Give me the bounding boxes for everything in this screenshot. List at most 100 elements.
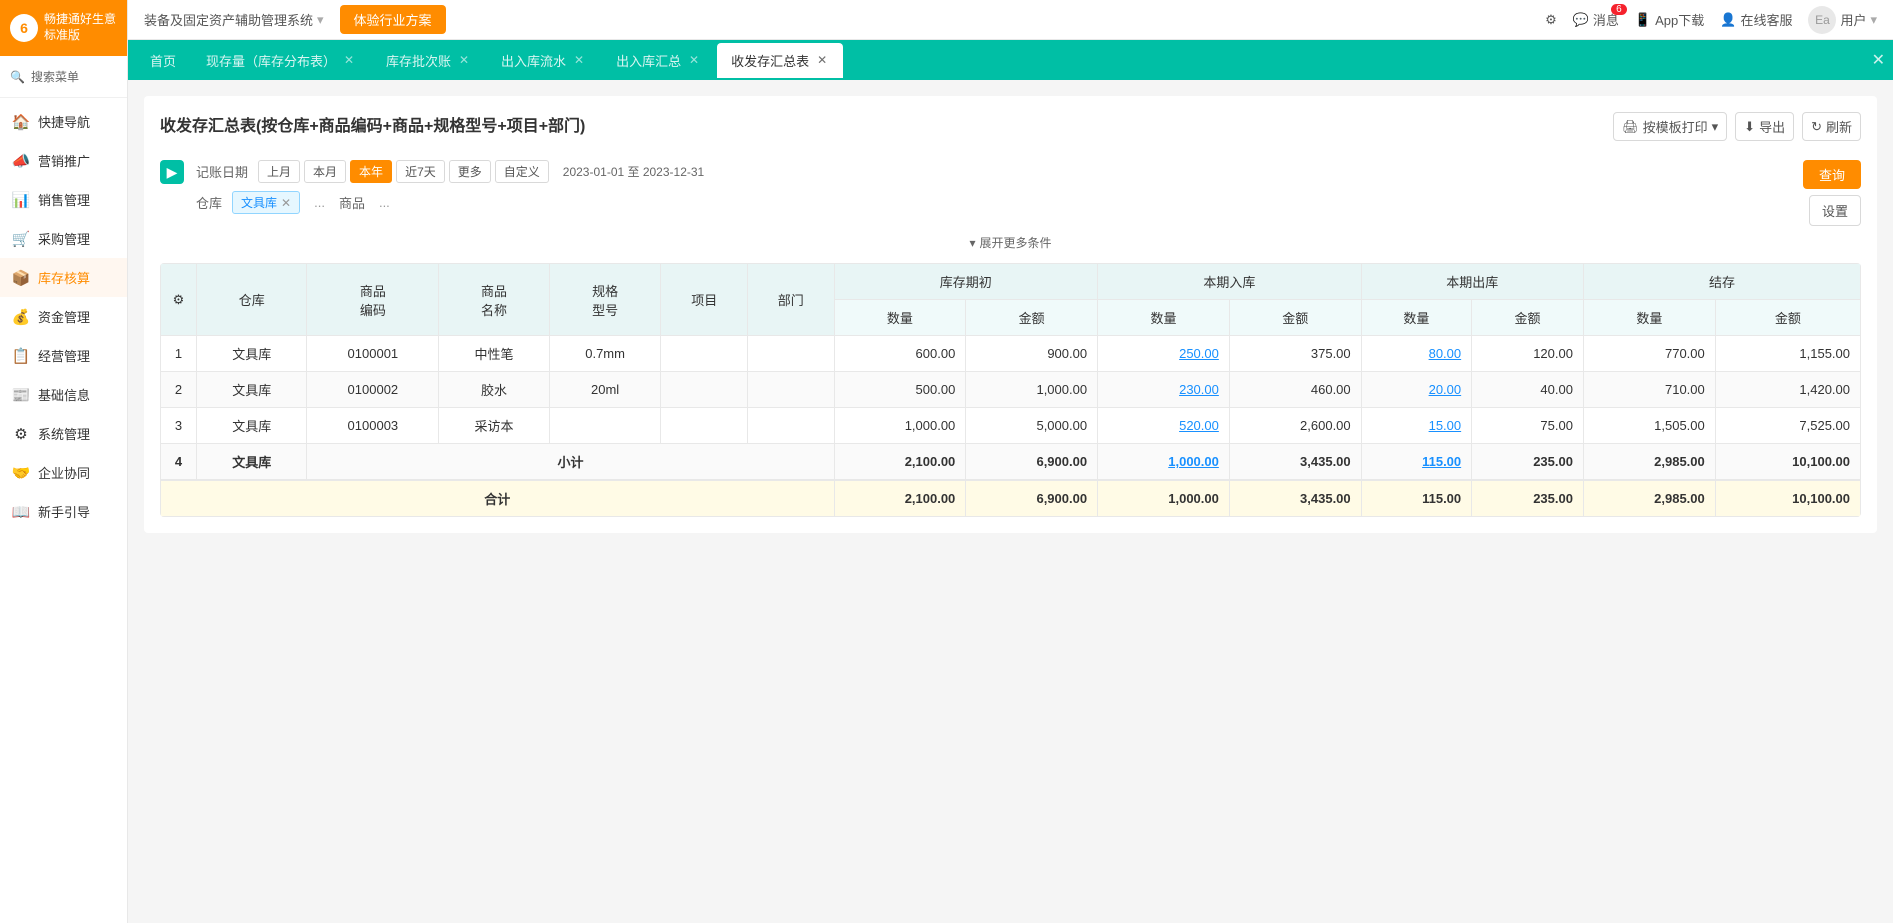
cell-subtotal-open-amt: 6,900.00: [966, 444, 1098, 481]
cell-seq: 1: [161, 336, 197, 372]
sidebar-item-finance-label: 资金管理: [38, 307, 90, 326]
logo-icon: 6: [10, 14, 38, 42]
warehouse-tag[interactable]: 文具库 ✕: [232, 191, 300, 214]
cell-out-qty[interactable]: 15.00: [1361, 408, 1472, 444]
goods-filter-label: 商品: [339, 193, 365, 212]
date-btn-custom[interactable]: 自定义: [495, 160, 549, 183]
inventory-icon: 📦: [12, 269, 30, 287]
sidebar-item-marketing[interactable]: 📣 营销推广: [0, 141, 127, 180]
phone-icon: 📱: [1635, 12, 1651, 28]
sidebar-item-system[interactable]: ⚙ 系统管理: [0, 414, 127, 453]
sidebar-item-basic-info-label: 基础信息: [38, 385, 90, 404]
th-inbound: 本期入库: [1098, 264, 1362, 300]
cell-dept: [748, 336, 835, 372]
expand-conditions-btn[interactable]: ▾ 展开更多条件: [160, 234, 1861, 251]
cell-open-amt: 1,000.00: [966, 372, 1098, 408]
cell-out-amt: 40.00: [1472, 372, 1584, 408]
query-button[interactable]: 查询: [1803, 160, 1861, 189]
cell-in-qty[interactable]: 250.00: [1098, 336, 1230, 372]
sidebar-item-inventory[interactable]: 📦 库存核算: [0, 258, 127, 297]
sidebar-item-finance[interactable]: 💰 资金管理: [0, 297, 127, 336]
tab-in-out-flow-label: 出入库流水: [501, 51, 566, 70]
close-all-tabs[interactable]: ✕: [1872, 50, 1885, 70]
th-in-amt: 金额: [1229, 300, 1361, 336]
purchase-icon: 🛒: [12, 230, 30, 248]
tab-stock-dist[interactable]: 现存量（库存分布表） ✕: [192, 43, 370, 78]
tab-receipt-summary[interactable]: 收发存汇总表 ✕: [717, 43, 843, 78]
tab-batch-ledger[interactable]: 库存批次账 ✕: [372, 43, 485, 78]
date-btn-7days[interactable]: 近7天: [396, 160, 445, 183]
cell-goods-name: 采访本: [439, 408, 549, 444]
cell-goods-name: 胶水: [439, 372, 549, 408]
date-label: 记账日期: [196, 162, 248, 181]
warehouse-more-btn[interactable]: ...: [310, 195, 329, 210]
sidebar-item-cooperation[interactable]: 🤝 企业协同: [0, 453, 127, 492]
sidebar-item-quick-nav-label: 快捷导航: [38, 112, 90, 131]
tab-in-out-summary[interactable]: 出入库汇总 ✕: [602, 43, 715, 78]
tab-batch-ledger-close[interactable]: ✕: [457, 53, 471, 67]
cell-project: [661, 372, 748, 408]
sidebar-item-operations[interactable]: 📋 经营管理: [0, 336, 127, 375]
cell-project: [661, 408, 748, 444]
sidebar-item-quick-nav[interactable]: 🏠 快捷导航: [0, 102, 127, 141]
date-btn-more[interactable]: 更多: [449, 160, 491, 183]
refresh-button[interactable]: ↻ 刷新: [1802, 112, 1861, 141]
cell-in-qty[interactable]: 230.00: [1098, 372, 1230, 408]
total-in-qty: 1,000.00: [1098, 480, 1230, 517]
total-row: 合计 2,100.00 6,900.00 1,000.00 3,435.00 1…: [161, 480, 1861, 517]
system-icon: ⚙: [12, 425, 30, 443]
sidebar-nav: 🏠 快捷导航 📣 营销推广 📊 销售管理 🛒 采购管理 📦 库存核算 💰 资金管…: [0, 98, 127, 923]
search-menu-label: 搜索菜单: [31, 68, 79, 85]
cell-subtotal-warehouse: 文具库: [197, 444, 307, 481]
tab-in-out-flow-close[interactable]: ✕: [572, 53, 586, 67]
refresh-label: 刷新: [1826, 117, 1852, 136]
cell-out-amt: 75.00: [1472, 408, 1584, 444]
search-icon: 🔍: [10, 70, 25, 84]
date-btn-this-year[interactable]: 本年: [350, 160, 392, 183]
online-service-action[interactable]: 👤 在线客服: [1720, 10, 1792, 29]
industry-btn[interactable]: 体验行业方案: [340, 5, 446, 34]
content-card: 收发存汇总表(按仓库+商品编码+商品+规格型号+项目+部门) 🖨 按模板打印 ▾…: [144, 96, 1877, 533]
tab-home[interactable]: 首页: [136, 43, 190, 78]
th-goods-code: 商品编码: [307, 264, 439, 336]
th-settings[interactable]: ⚙: [161, 264, 197, 336]
search-menu-button[interactable]: 🔍 搜索菜单: [8, 64, 119, 89]
cell-subtotal-in-qty[interactable]: 1,000.00: [1098, 444, 1230, 481]
cell-project: [661, 336, 748, 372]
app-download-action[interactable]: 📱 App下载: [1635, 10, 1704, 29]
user-action[interactable]: Ea 用户 ▾: [1808, 6, 1877, 34]
cell-goods-name: 中性笔: [439, 336, 549, 372]
date-btn-last-month[interactable]: 上月: [258, 160, 300, 183]
online-service-label: 在线客服: [1740, 10, 1792, 29]
tab-stock-dist-close[interactable]: ✕: [342, 53, 356, 67]
cell-subtotal-out-qty[interactable]: 115.00: [1361, 444, 1472, 481]
print-button[interactable]: 🖨 按模板打印 ▾: [1613, 112, 1727, 141]
warehouse-tag-close[interactable]: ✕: [281, 196, 291, 210]
filter-toggle-button[interactable]: ▶: [160, 160, 184, 184]
filter-settings-button[interactable]: 设置: [1809, 195, 1861, 226]
sidebar-item-guide-label: 新手引导: [38, 502, 90, 521]
cell-in-qty[interactable]: 520.00: [1098, 408, 1230, 444]
sidebar-item-basic-info[interactable]: 📰 基础信息: [0, 375, 127, 414]
goods-more-btn[interactable]: ...: [375, 195, 394, 210]
tab-in-out-summary-label: 出入库汇总: [616, 51, 681, 70]
cell-seq: 4: [161, 444, 197, 481]
tab-in-out-flow[interactable]: 出入库流水 ✕: [487, 43, 600, 78]
cell-out-qty[interactable]: 80.00: [1361, 336, 1472, 372]
export-button[interactable]: ⬇ 导出: [1735, 112, 1794, 141]
cell-out-qty[interactable]: 20.00: [1361, 372, 1472, 408]
message-action[interactable]: 💬 消息 6: [1573, 10, 1619, 29]
date-btn-this-month[interactable]: 本月: [304, 160, 346, 183]
sidebar-item-guide[interactable]: 📖 新手引导: [0, 492, 127, 531]
settings-action[interactable]: ⚙: [1545, 12, 1557, 28]
cell-warehouse: 文具库: [197, 372, 307, 408]
sidebar-item-purchase[interactable]: 🛒 采购管理: [0, 219, 127, 258]
tab-in-out-summary-close[interactable]: ✕: [687, 53, 701, 67]
operations-icon: 📋: [12, 347, 30, 365]
total-label: 合计: [161, 480, 835, 517]
sidebar-item-sales[interactable]: 📊 销售管理: [0, 180, 127, 219]
total-close-qty: 2,985.00: [1583, 480, 1715, 517]
tab-receipt-summary-close[interactable]: ✕: [815, 53, 829, 67]
th-out-qty: 数量: [1361, 300, 1472, 336]
table-row: 2 文具库 0100002 胶水 20ml 500.00 1,000.00 23…: [161, 372, 1861, 408]
